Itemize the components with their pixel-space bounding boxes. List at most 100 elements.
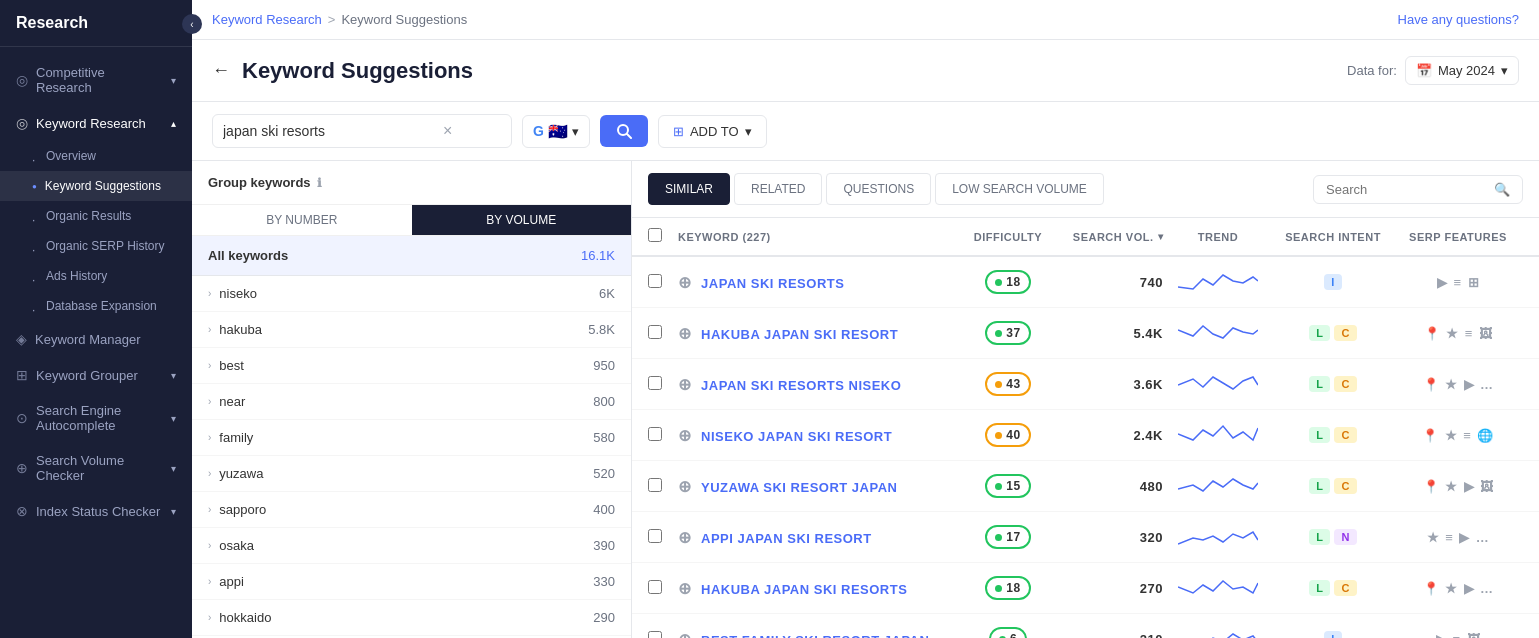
video-icon[interactable]: ▶ [1436,632,1447,639]
tab-low-search-volume[interactable]: LOW SEARCH VOLUME [935,173,1104,205]
sidebar-item-keyword-suggestions[interactable]: ● Keyword Suggestions [0,171,192,201]
list-icon[interactable]: ≡ [1463,428,1471,443]
location-icon[interactable]: 📍 [1422,428,1439,443]
more-icon[interactable]: … [1480,377,1494,392]
keyword-add-button[interactable]: ⊕ [678,376,692,393]
vol-col-header[interactable]: SEARCH VOL. ▾ [1063,231,1163,243]
list-item[interactable]: › yuzawa 520 [192,456,631,492]
image-icon[interactable]: 🖼 [1467,632,1481,639]
keyword-link[interactable]: hakuba japan ski resorts [701,582,907,597]
row-checkbox[interactable] [648,274,662,288]
list-icon[interactable]: ≡ [1465,326,1473,341]
star-icon[interactable]: ★ [1445,428,1458,443]
row-checkbox[interactable] [648,631,662,639]
sidebar-item-index-status-checker[interactable]: ⊗ Index Status Checker ▾ [0,493,192,529]
sidebar-item-organic-results[interactable]: · Organic Results [0,201,192,231]
sidebar-collapse-button[interactable]: ‹ [182,14,202,34]
keyword-link[interactable]: niseko japan ski resort [701,429,892,444]
search-engine-selector[interactable]: G 🇦🇺 ▾ [522,115,590,148]
tab-similar[interactable]: SIMILAR [648,173,730,205]
keyword-add-button[interactable]: ⊕ [678,325,692,342]
list-icon[interactable]: ≡ [1445,530,1453,545]
keyword-add-button[interactable]: ⊕ [678,529,692,546]
list-icon[interactable]: ≡ [1452,632,1460,639]
row-checkbox[interactable] [648,325,662,339]
keyword-link[interactable]: yuzawa ski resort japan [701,480,897,495]
sidebar-item-competitive-research[interactable]: ◎ Competitive Research ▾ [0,55,192,105]
tab-questions[interactable]: QUESTIONS [826,173,931,205]
row-checkbox[interactable] [648,529,662,543]
more-icon[interactable]: … [1476,530,1490,545]
image-icon[interactable]: 🖼 [1480,479,1494,494]
intent-badges: L C [1273,325,1393,341]
keyword-link[interactable]: japan ski resorts [701,276,844,291]
sidebar-item-overview[interactable]: · Overview [0,141,192,171]
location-icon[interactable]: 📍 [1423,479,1440,494]
more-icon[interactable]: … [1480,581,1494,596]
by-number-button[interactable]: BY NUMBER [192,205,412,235]
keyword-link[interactable]: appi japan ski resort [701,531,872,546]
video-icon[interactable]: ▶ [1464,479,1475,494]
list-item[interactable]: › appi 330 [192,564,631,600]
video-icon[interactable]: ▶ [1464,581,1475,596]
list-icon[interactable]: ≡ [1453,275,1461,290]
row-checkbox[interactable] [648,580,662,594]
image-icon[interactable]: 🖼 [1479,326,1493,341]
sidebar-item-ads-history[interactable]: · Ads History [0,261,192,291]
all-keywords-item[interactable]: All keywords 16.1K [192,236,631,276]
star-icon[interactable]: ★ [1445,377,1458,392]
row-checkbox[interactable] [648,427,662,441]
table-search-input[interactable] [1326,182,1486,197]
keyword-add-button[interactable]: ⊕ [678,427,692,444]
star-icon[interactable]: ★ [1445,581,1458,596]
sidebar-item-organic-serp-history[interactable]: · Organic SERP History [0,231,192,261]
help-link[interactable]: Have any questions? [1398,12,1519,27]
back-button[interactable]: ← [212,60,230,81]
intent-cell: I [1273,631,1393,638]
sidebar-item-search-engine-autocomplete[interactable]: ⊙ Search Engine Autocomplete ▾ [0,393,192,443]
keyword-add-button[interactable]: ⊕ [678,478,692,495]
star-icon[interactable]: ★ [1445,479,1458,494]
sidebar-item-database-expansion[interactable]: · Database Expansion [0,291,192,321]
sidebar-item-keyword-manager[interactable]: ◈ Keyword Manager [0,321,192,357]
video-icon[interactable]: ▶ [1437,275,1448,290]
grid-icon[interactable]: ⊞ [1468,275,1480,290]
list-item[interactable]: › best 950 [192,348,631,384]
sidebar-item-search-volume-checker[interactable]: ⊕ Search Volume Checker ▾ [0,443,192,493]
row-checkbox[interactable] [648,376,662,390]
search-button[interactable] [600,115,648,147]
add-to-button[interactable]: ⊞ ADD TO ▾ [658,115,767,148]
list-item[interactable]: › osaka 390 [192,528,631,564]
sidebar-item-keyword-grouper[interactable]: ⊞ Keyword Grouper ▾ [0,357,192,393]
video-icon[interactable]: ▶ [1459,530,1470,545]
location-icon[interactable]: 📍 [1424,326,1441,341]
by-volume-button[interactable]: BY VOLUME [412,205,632,235]
list-item[interactable]: › niseko 6K [192,276,631,312]
list-item[interactable]: › near 800 [192,384,631,420]
serp-icons: 📍 ★ ▶ … [1393,581,1523,596]
clear-input-button[interactable]: × [443,122,452,140]
breadcrumb-keyword-research[interactable]: Keyword Research [212,12,322,27]
date-selector-button[interactable]: 📅 May 2024 ▾ [1405,56,1519,85]
search-input[interactable] [223,115,443,147]
globe-icon[interactable]: 🌐 [1477,428,1494,443]
star-icon[interactable]: ★ [1427,530,1440,545]
keyword-link[interactable]: best family ski resort japan [701,633,929,639]
tab-related[interactable]: RELATED [734,173,822,205]
keyword-add-button[interactable]: ⊕ [678,274,692,291]
list-item[interactable]: › hakuba 5.8K [192,312,631,348]
row-checkbox[interactable] [648,478,662,492]
location-icon[interactable]: 📍 [1423,377,1440,392]
keyword-add-button[interactable]: ⊕ [678,631,692,639]
location-icon[interactable]: 📍 [1423,581,1440,596]
star-icon[interactable]: ★ [1446,326,1459,341]
list-item[interactable]: › family 580 [192,420,631,456]
sidebar-item-keyword-research[interactable]: ◎ Keyword Research ▴ [0,105,192,141]
list-item[interactable]: › sapporo 400 [192,492,631,528]
select-all-checkbox[interactable] [648,228,662,242]
keyword-add-button[interactable]: ⊕ [678,580,692,597]
keyword-link[interactable]: hakuba japan ski resort [701,327,898,342]
list-item[interactable]: › hokkaido 290 [192,600,631,636]
keyword-link[interactable]: japan ski resorts niseko [701,378,901,393]
video-icon[interactable]: ▶ [1464,377,1475,392]
